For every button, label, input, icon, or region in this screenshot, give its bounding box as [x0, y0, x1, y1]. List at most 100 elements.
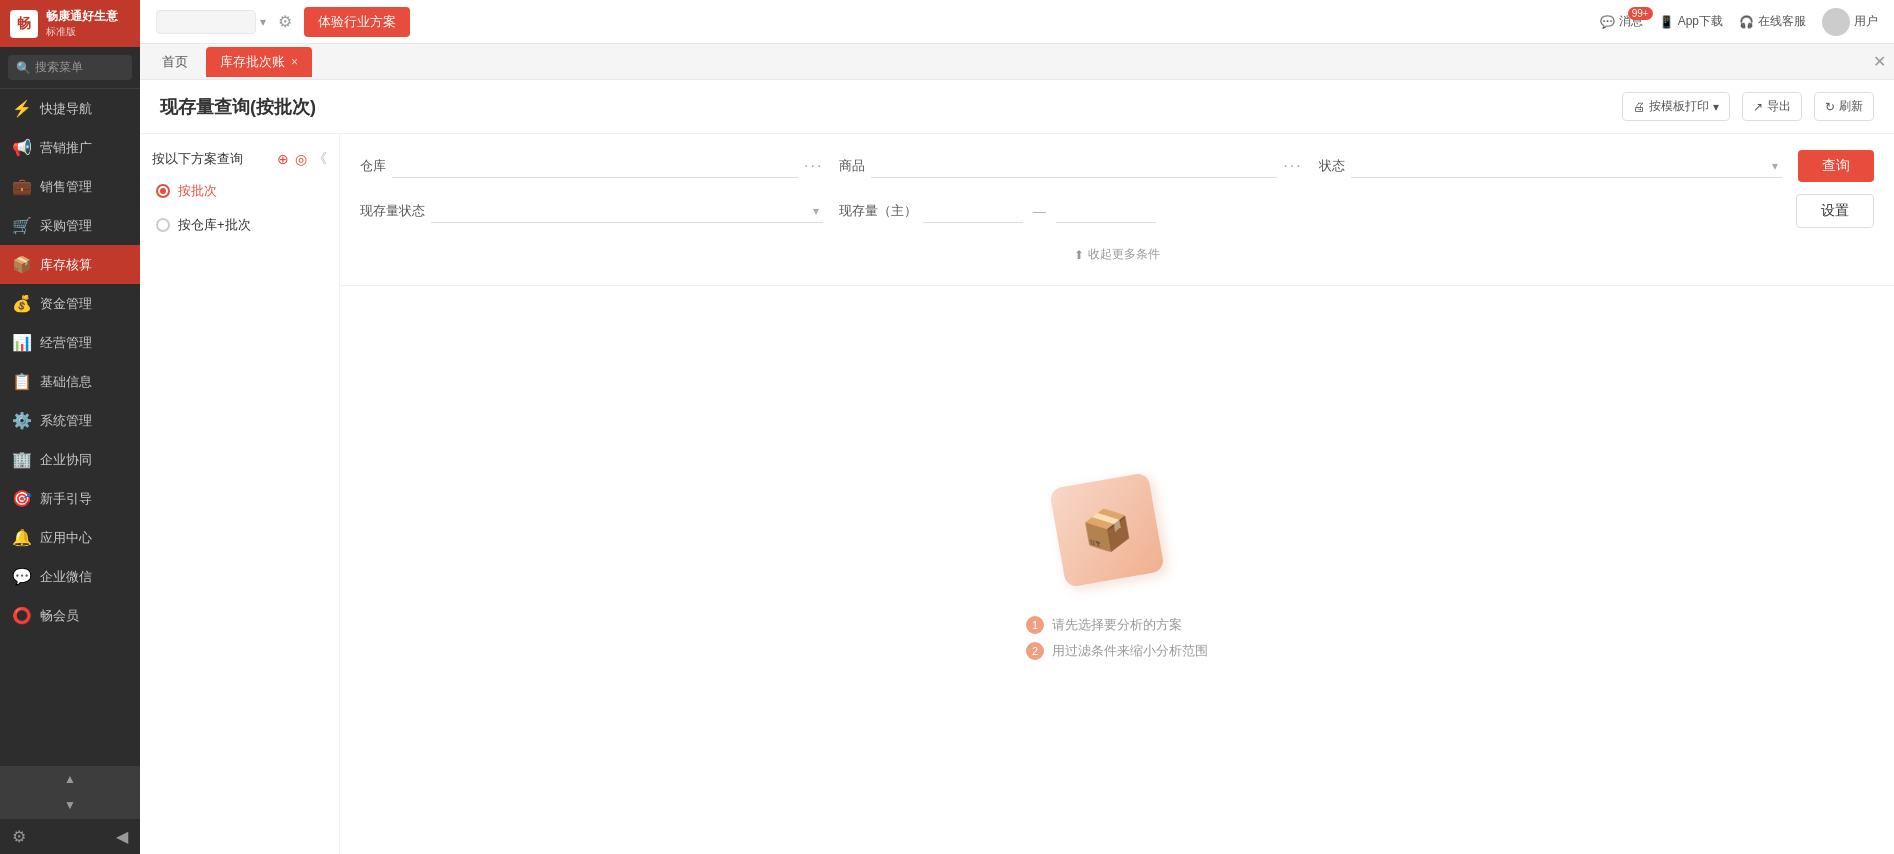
empty-state-text: 1 请先选择要分析的方案 2 用过滤条件来缩小分析范围	[1026, 616, 1208, 660]
topbar-input[interactable]	[156, 10, 256, 34]
left-panel-header: 按以下方案查询 ⊕ ◎ 《	[140, 144, 339, 174]
collapse-left-panel-icon[interactable]: 《	[313, 150, 327, 168]
sidebar-item-operation[interactable]: 📊 经营管理	[0, 323, 140, 362]
settings-button[interactable]: 设置	[1796, 194, 1874, 228]
sidebar-item-label: 企业协同	[40, 451, 92, 469]
warehouse-filter: 仓库 ···	[360, 154, 823, 178]
sidebar-item-basic[interactable]: 📋 基础信息	[0, 362, 140, 401]
operation-icon: 📊	[12, 333, 32, 352]
status-dropdown-wrap: ▾	[1351, 154, 1782, 178]
scheme-by-batch[interactable]: 按批次	[140, 174, 339, 208]
user-name: 用户	[1854, 13, 1878, 30]
avatar	[1822, 8, 1850, 36]
finance-icon: 💰	[12, 294, 32, 313]
message-badge: 99+	[1628, 7, 1653, 20]
inventory-qty-label: 现存量（主）	[839, 202, 917, 220]
query-button[interactable]: 查询	[1798, 150, 1874, 182]
user-avatar-button[interactable]: 用户	[1822, 8, 1878, 36]
product-filter: 商品 ···	[839, 154, 1302, 178]
sidebar-item-system[interactable]: ⚙️ 系统管理	[0, 401, 140, 440]
sidebar-item-label: 经营管理	[40, 334, 92, 352]
sidebar-item-app[interactable]: 🔔 应用中心	[0, 518, 140, 557]
sidebar-item-label: 库存核算	[40, 256, 92, 274]
message-button[interactable]: 💬 消息 99+	[1600, 13, 1643, 30]
product-input[interactable]	[871, 154, 1277, 178]
tab-home[interactable]: 首页	[148, 47, 202, 77]
collapse-more-btn[interactable]: ⬆ 收起更多条件	[360, 240, 1874, 269]
phone-icon: 📱	[1659, 15, 1674, 29]
inventory-icon: 📦	[12, 255, 32, 274]
refresh-button[interactable]: ↻ 刷新	[1814, 92, 1874, 121]
app-download-button[interactable]: 📱 App下载	[1659, 13, 1723, 30]
chevron-up-icon: ▲	[64, 772, 76, 786]
settings-icon[interactable]: ⚙	[12, 827, 26, 846]
step1-text: 请先选择要分析的方案	[1052, 616, 1182, 634]
sidebar-footer: ⚙ ◀	[0, 818, 140, 854]
sidebar-item-wechat[interactable]: 💬 企业微信	[0, 557, 140, 596]
app-icon: 🔔	[12, 528, 32, 547]
print-dropdown-arrow[interactable]: ▾	[1713, 100, 1719, 114]
topbar-gear-icon[interactable]: ⚙	[278, 12, 292, 31]
sidebar-item-quick-nav[interactable]: ⚡ 快捷导航	[0, 89, 140, 128]
message-icon: 💬	[1600, 15, 1615, 29]
empty-state-illustration: 📦	[1049, 472, 1165, 588]
sidebar-item-label: 采购管理	[40, 217, 92, 235]
inventory-qty-max[interactable]	[1056, 199, 1156, 223]
sidebar-item-marketing[interactable]: 📢 营销推广	[0, 128, 140, 167]
product-more-icon[interactable]: ···	[1283, 157, 1302, 175]
sidebar-item-member[interactable]: ⭕ 畅会员	[0, 596, 140, 635]
tab-close-main-icon[interactable]: ✕	[1873, 52, 1886, 71]
trial-button[interactable]: 体验行业方案	[304, 7, 410, 37]
sidebar-edition: 标准版	[46, 25, 118, 39]
quick-nav-icon: ⚡	[12, 99, 32, 118]
filter-row-2: 现存量状态 ▾ 现存量（主） —	[360, 194, 1874, 228]
tab-close-icon[interactable]: ×	[291, 55, 298, 69]
sidebar-scroll-down[interactable]: ▼	[0, 792, 140, 818]
step1-circle: 1	[1026, 616, 1044, 634]
sidebar-item-label: 系统管理	[40, 412, 92, 430]
warehouse-input[interactable]	[392, 154, 798, 178]
add-scheme-icon[interactable]: ⊕	[277, 151, 289, 167]
page-title: 现存量查询(按批次)	[160, 95, 316, 119]
radio-by-warehouse-batch	[156, 218, 170, 232]
right-panel: 仓库 ··· 商品 ··· 状态	[340, 134, 1894, 854]
filter-section: 仓库 ··· 商品 ··· 状态	[340, 134, 1894, 286]
wechat-icon: 💬	[12, 567, 32, 586]
status-select[interactable]	[1351, 154, 1782, 178]
tab-inventory-batch[interactable]: 库存批次账 ×	[206, 47, 312, 77]
sidebar-nav: ⚡ 快捷导航 📢 营销推广 💼 销售管理 🛒 采购管理 📦 库存核算 💰 资金管…	[0, 89, 140, 766]
sidebar-item-inventory[interactable]: 📦 库存核算	[0, 245, 140, 284]
status-filter: 状态 ▾	[1319, 154, 1782, 178]
export-button[interactable]: ↗ 导出	[1742, 92, 1802, 121]
page-content: 现存量查询(按批次) 🖨 按模板打印 ▾ ↗ 导出 ↻ 刷新	[140, 80, 1894, 854]
print-template-button[interactable]: 🖨 按模板打印 ▾	[1622, 92, 1730, 121]
scheme-by-warehouse-batch[interactable]: 按仓库+批次	[140, 208, 339, 242]
scheme-by-warehouse-batch-label: 按仓库+批次	[178, 216, 251, 234]
filter-row-1: 仓库 ··· 商品 ··· 状态	[360, 150, 1874, 182]
page-header: 现存量查询(按批次) 🖨 按模板打印 ▾ ↗ 导出 ↻ 刷新	[140, 80, 1894, 134]
sidebar-item-label: 应用中心	[40, 529, 92, 547]
online-service-label: 在线客服	[1758, 13, 1806, 30]
empty-state-step2: 2 用过滤条件来缩小分析范围	[1026, 642, 1208, 660]
inventory-qty-min[interactable]	[923, 199, 1023, 223]
warehouse-label: 仓库	[360, 157, 386, 175]
collapse-sidebar-icon[interactable]: ◀	[116, 827, 128, 846]
sidebar-header: 畅 畅康通好生意 标准版	[0, 0, 140, 47]
sidebar-item-purchase[interactable]: 🛒 采购管理	[0, 206, 140, 245]
inventory-status-select[interactable]	[431, 199, 823, 223]
scheme-settings-icon[interactable]: ◎	[295, 151, 307, 167]
sidebar: 畅 畅康通好生意 标准版 🔍 搜索菜单 ⚡ 快捷导航 📢 营销推广 💼 销售管理…	[0, 0, 140, 854]
sidebar-item-newbie[interactable]: 🎯 新手引导	[0, 479, 140, 518]
sidebar-search-button[interactable]: 🔍 搜索菜单	[8, 55, 132, 80]
sidebar-item-finance[interactable]: 💰 资金管理	[0, 284, 140, 323]
sidebar-item-enterprise[interactable]: 🏢 企业协同	[0, 440, 140, 479]
sidebar-item-sales[interactable]: 💼 销售管理	[0, 167, 140, 206]
online-service-button[interactable]: 🎧 在线客服	[1739, 13, 1806, 30]
sidebar-scroll-up[interactable]: ▲	[0, 766, 140, 792]
warehouse-more-icon[interactable]: ···	[804, 157, 823, 175]
sidebar-logo: 畅	[10, 10, 38, 38]
system-icon: ⚙️	[12, 411, 32, 430]
step2-text: 用过滤条件来缩小分析范围	[1052, 642, 1208, 660]
topbar-dropdown-arrow[interactable]: ▾	[260, 15, 266, 29]
sidebar-item-label: 快捷导航	[40, 100, 92, 118]
